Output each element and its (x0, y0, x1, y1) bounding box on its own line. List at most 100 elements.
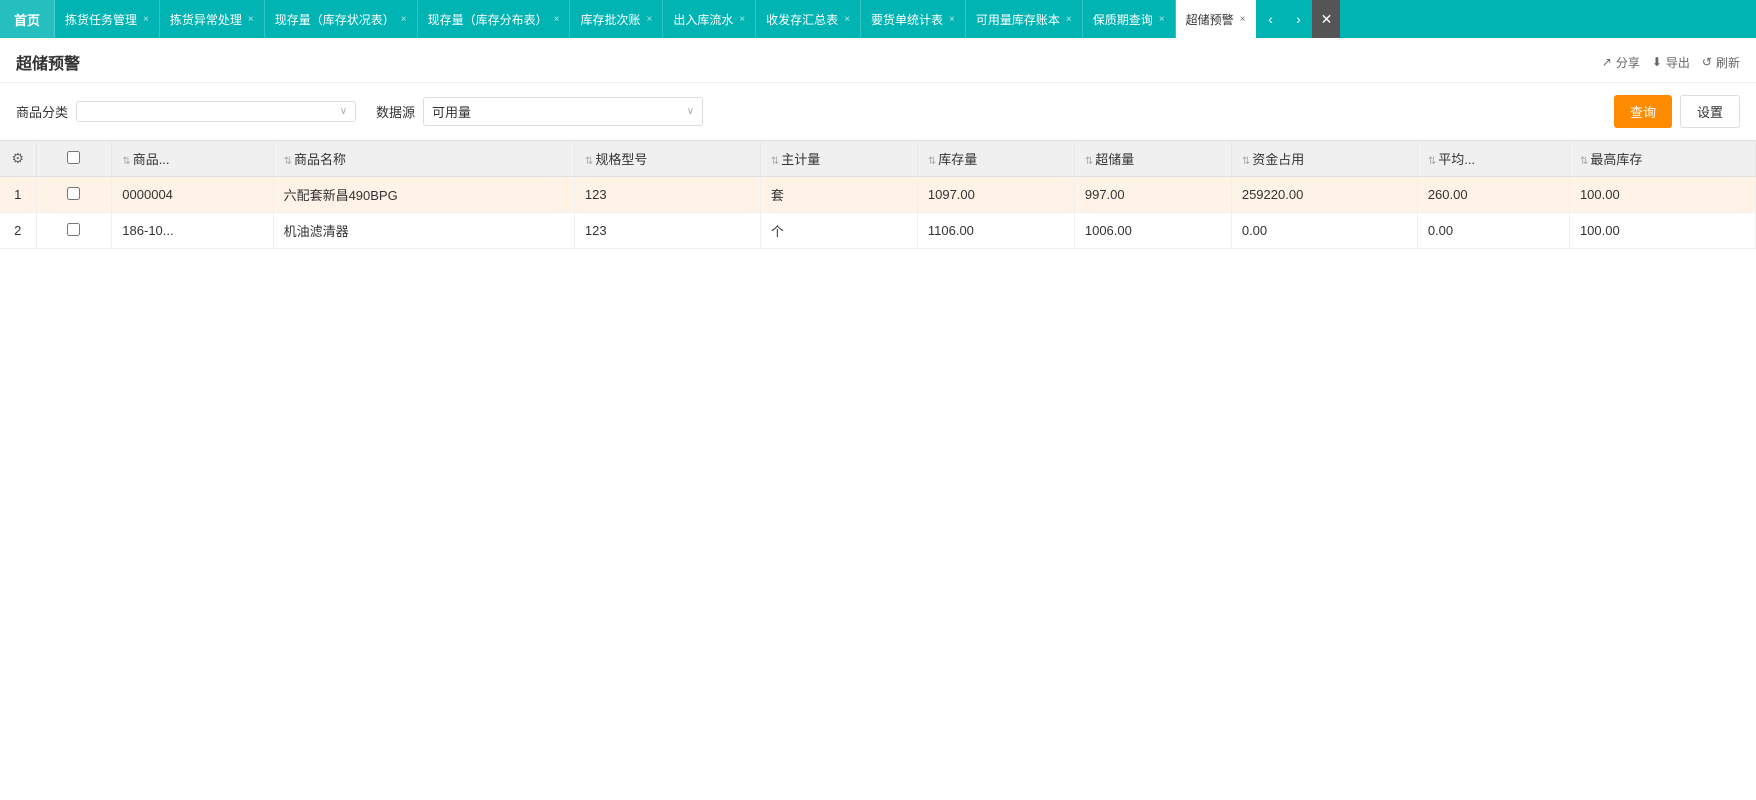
share-button[interactable]: ↗ 分享 (1602, 54, 1640, 71)
topbar: 首页 拣货任务管理 × 拣货异常处理 × 现存量（库存状况表） × 现存量（库存… (0, 0, 1756, 38)
cell-capital: 259220.00 (1231, 177, 1417, 213)
cell-avg: 260.00 (1417, 177, 1569, 213)
col-checkbox-header (36, 141, 112, 177)
cell-maxstock: 100.00 (1569, 177, 1755, 213)
gear-icon[interactable]: ⚙ (11, 150, 24, 166)
tab-收发存汇总表[interactable]: 收发存汇总表 × (756, 0, 861, 38)
tab-label: 超储预警 (1186, 11, 1234, 28)
nav-prev-button[interactable]: ‹ (1256, 0, 1284, 38)
tab-close-icon[interactable]: × (554, 14, 560, 25)
sort-icon: ⇅ (771, 156, 779, 167)
sort-icon: ⇅ (284, 156, 292, 167)
datasource-select[interactable]: 可用量 ∨ (423, 97, 703, 126)
data-table: ⚙ ⇅商品... ⇅商品名称 ⇅规格型号 ⇅主计量 (0, 140, 1756, 249)
col-spec-header[interactable]: ⇅规格型号 (574, 141, 760, 177)
tab-拣货异常处理[interactable]: 拣货异常处理 × (160, 0, 265, 38)
cell-overstock: 1006.00 (1074, 213, 1231, 249)
tab-label: 现存量（库存状况表） (275, 11, 395, 28)
share-icon: ↗ (1602, 55, 1612, 69)
export-button[interactable]: ⬇ 导出 (1652, 54, 1690, 71)
cell-unit: 套 (760, 177, 917, 213)
sort-icon: ⇅ (1085, 156, 1093, 167)
col-stock-header[interactable]: ⇅库存量 (917, 141, 1074, 177)
tab-label: 保质期查询 (1093, 11, 1153, 28)
tab-label: 出入库流水 (673, 11, 733, 28)
col-gear: ⚙ (0, 141, 36, 177)
refresh-icon: ↺ (1702, 55, 1712, 69)
sort-icon: ⇅ (585, 156, 593, 167)
tab-close-icon[interactable]: × (844, 14, 850, 25)
tab-close-icon[interactable]: × (949, 14, 955, 25)
tab-close-icon[interactable]: × (1066, 14, 1072, 25)
tab-close-icon[interactable]: × (646, 14, 652, 25)
tab-库存批次账[interactable]: 库存批次账 × (570, 0, 663, 38)
sort-icon: ⇅ (928, 156, 936, 167)
tab-close-icon[interactable]: × (143, 14, 149, 25)
tab-label: 拣货任务管理 (65, 11, 137, 28)
filter-area: 商品分类 ∨ 数据源 可用量 ∨ 查询 设置 (0, 83, 1756, 140)
page-title: 超储预警 (16, 50, 80, 74)
tab-close-icon[interactable]: × (248, 14, 254, 25)
tab-close-icon[interactable]: × (1240, 14, 1246, 25)
nav-next-button[interactable]: › (1284, 0, 1312, 38)
sort-icon: ⇅ (1242, 156, 1250, 167)
table-row: 1 0000004 六配套新昌490BPG 123 套 1097.00 997.… (0, 177, 1756, 213)
col-goods-code-header[interactable]: ⇅商品... (112, 141, 273, 177)
refresh-button[interactable]: ↺ 刷新 (1702, 54, 1740, 71)
filter-buttons: 查询 设置 (1614, 95, 1740, 128)
cell-avg: 0.00 (1417, 213, 1569, 249)
cell-goods-code: 0000004 (112, 177, 273, 213)
cell-overstock: 997.00 (1074, 177, 1231, 213)
tab-label: 收发存汇总表 (766, 11, 838, 28)
col-unit-header[interactable]: ⇅主计量 (760, 141, 917, 177)
tab-现存量库存分布表[interactable]: 现存量（库存分布表） × (418, 0, 571, 38)
col-capital-header[interactable]: ⇅资金占用 (1231, 141, 1417, 177)
row-number: 1 (0, 177, 36, 213)
share-label: 分享 (1616, 54, 1640, 71)
home-label: 首页 (14, 10, 40, 29)
tab-现存量库存状况表[interactable]: 现存量（库存状况表） × (265, 0, 418, 38)
cell-spec: 123 (574, 177, 760, 213)
cell-maxstock: 100.00 (1569, 213, 1755, 249)
col-overstock-header[interactable]: ⇅超储量 (1074, 141, 1231, 177)
datasource-label: 数据源 (376, 102, 415, 121)
tab-拣货任务管理[interactable]: 拣货任务管理 × (55, 0, 160, 38)
tab-超储预警[interactable]: 超储预警 × (1176, 0, 1257, 38)
page-actions: ↗ 分享 ⬇ 导出 ↺ 刷新 (1602, 54, 1740, 71)
cell-goods-name: 六配套新昌490BPG (273, 177, 574, 213)
page-header: 超储预警 ↗ 分享 ⬇ 导出 ↺ 刷新 (0, 38, 1756, 83)
filter-category: 商品分类 ∨ (16, 101, 356, 122)
cell-stock: 1106.00 (917, 213, 1074, 249)
home-tab[interactable]: 首页 (0, 0, 55, 38)
tab-label: 拣货异常处理 (170, 11, 242, 28)
table-container: ⚙ ⇅商品... ⇅商品名称 ⇅规格型号 ⇅主计量 (0, 140, 1756, 249)
row-number: 2 (0, 213, 36, 249)
tab-可用量库存账本[interactable]: 可用量库存账本 × (966, 0, 1083, 38)
category-label: 商品分类 (16, 102, 68, 121)
col-maxstock-header[interactable]: ⇅最高库存 (1569, 141, 1755, 177)
col-goods-name-header[interactable]: ⇅商品名称 (273, 141, 574, 177)
row-checkbox[interactable] (67, 187, 80, 200)
tab-close-icon[interactable]: × (1159, 14, 1165, 25)
export-label: 导出 (1666, 54, 1690, 71)
cell-unit: 个 (760, 213, 917, 249)
tab-label: 库存批次账 (580, 11, 640, 28)
row-checkbox[interactable] (67, 223, 80, 236)
tab-出入库流水[interactable]: 出入库流水 × (663, 0, 756, 38)
sort-icon: ⇅ (122, 156, 130, 167)
cell-goods-name: 机油滤清器 (273, 213, 574, 249)
tab-close-icon[interactable]: × (401, 14, 407, 25)
query-button[interactable]: 查询 (1614, 95, 1672, 128)
tab-保质期查询[interactable]: 保质期查询 × (1083, 0, 1176, 38)
tab-要货单统计表[interactable]: 要货单统计表 × (861, 0, 966, 38)
settings-button[interactable]: 设置 (1680, 95, 1740, 128)
category-chevron-icon: ∨ (340, 106, 347, 117)
tab-label: 可用量库存账本 (976, 11, 1060, 28)
refresh-label: 刷新 (1716, 54, 1740, 71)
col-avg-header[interactable]: ⇅平均... (1417, 141, 1569, 177)
select-all-checkbox[interactable] (67, 151, 80, 164)
nav-close-all-button[interactable]: ✕ (1312, 0, 1340, 38)
datasource-select-value: 可用量 (432, 102, 471, 121)
tab-close-icon[interactable]: × (739, 14, 745, 25)
category-select[interactable]: ∨ (76, 101, 356, 122)
